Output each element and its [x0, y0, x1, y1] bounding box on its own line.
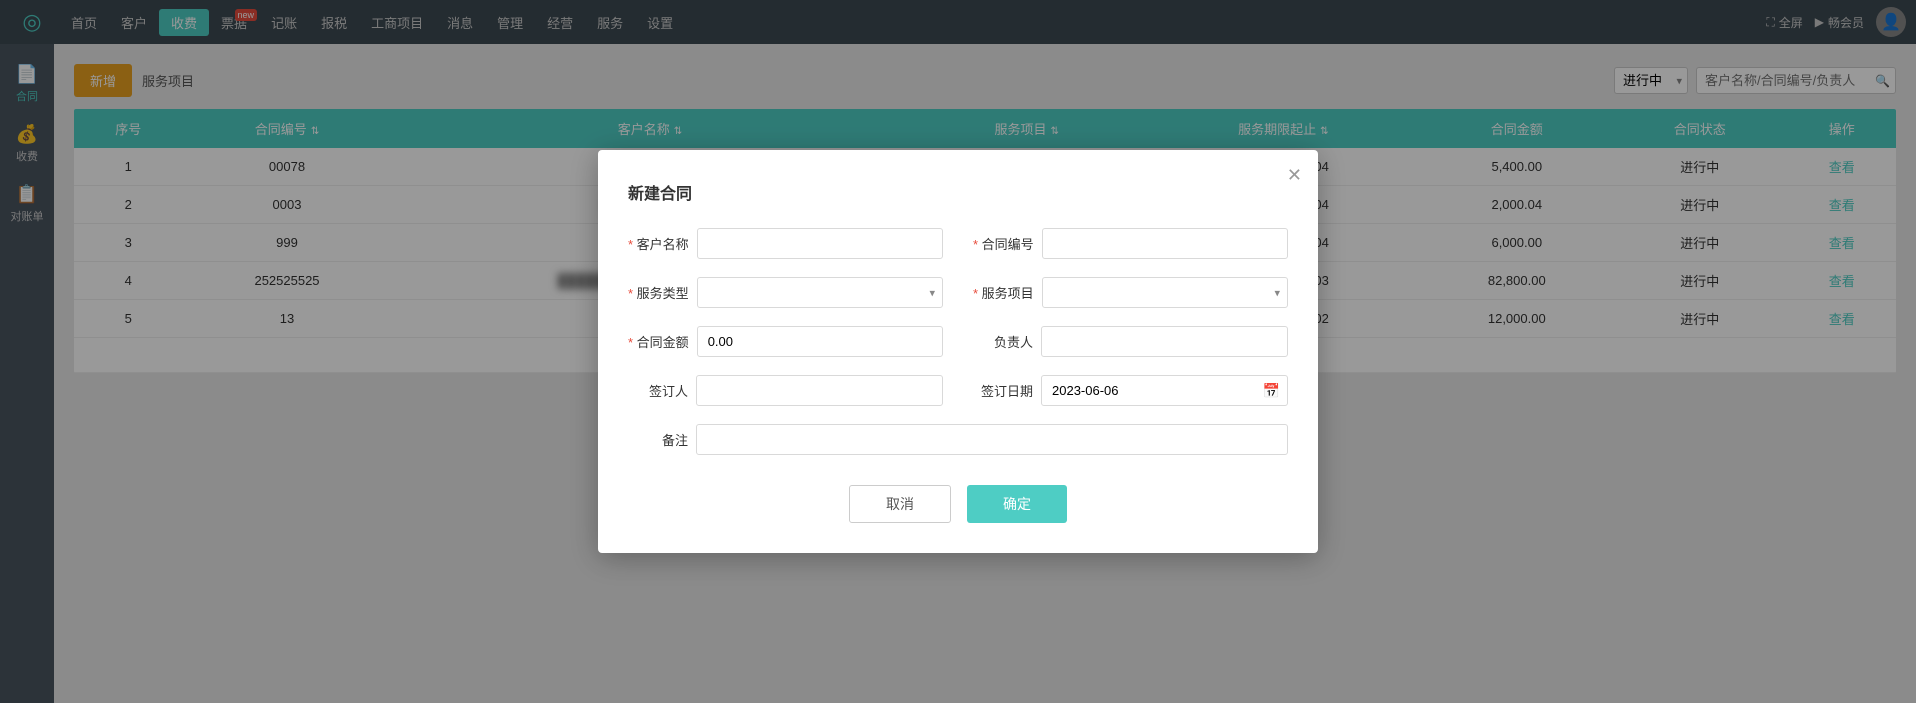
form-group-service-type: 服务类型 [628, 277, 943, 308]
service-item-select-wrapper [1042, 277, 1288, 308]
label-amount: 合同金额 [628, 332, 689, 351]
form-group-contract-no: 合同编号 [973, 228, 1288, 259]
label-contract-no: 合同编号 [973, 234, 1034, 253]
select-service-type[interactable] [697, 277, 943, 308]
form-group-customer-name: 客户名称 [628, 228, 943, 259]
modal-close-button[interactable]: ✕ [1287, 166, 1302, 184]
form-group-signer: 签订人 [628, 375, 943, 406]
label-responsible: 负责人 [973, 332, 1033, 351]
service-type-select-wrapper [697, 277, 943, 308]
label-remark: 备注 [628, 430, 688, 449]
input-customer-name[interactable] [697, 228, 943, 259]
label-service-item: 服务项目 [973, 283, 1034, 302]
input-sign-date[interactable] [1041, 375, 1288, 406]
input-amount[interactable] [697, 326, 943, 357]
input-signer[interactable] [696, 375, 943, 406]
modal-footer: 取消 确定 [628, 485, 1288, 523]
form-group-remark: 备注 [628, 424, 1288, 455]
cancel-button[interactable]: 取消 [849, 485, 951, 523]
confirm-button[interactable]: 确定 [967, 485, 1067, 523]
form-group-amount: 合同金额 [628, 326, 943, 357]
modal-dialog: ✕ 新建合同 客户名称 合同编号 服务类型 服 [598, 150, 1318, 553]
modal-title: 新建合同 [628, 180, 1288, 204]
sign-date-wrapper: 📅 [1041, 375, 1288, 406]
form-group-service-item: 服务项目 [973, 277, 1288, 308]
label-service-type: 服务类型 [628, 283, 689, 302]
input-remark[interactable] [696, 424, 1288, 455]
form-group-responsible: 负责人 [973, 326, 1288, 357]
label-customer-name: 客户名称 [628, 234, 689, 253]
form-group-sign-date: 签订日期 📅 [973, 375, 1288, 406]
label-signer: 签订人 [628, 381, 688, 400]
modal-overlay[interactable]: ✕ 新建合同 客户名称 合同编号 服务类型 服 [0, 0, 1916, 703]
input-responsible[interactable] [1041, 326, 1288, 357]
calendar-icon[interactable]: 📅 [1263, 382, 1280, 399]
form-grid: 客户名称 合同编号 服务类型 服务项目 [628, 228, 1288, 455]
label-sign-date: 签订日期 [973, 381, 1033, 400]
input-contract-no[interactable] [1042, 228, 1288, 259]
select-service-item[interactable] [1042, 277, 1288, 308]
